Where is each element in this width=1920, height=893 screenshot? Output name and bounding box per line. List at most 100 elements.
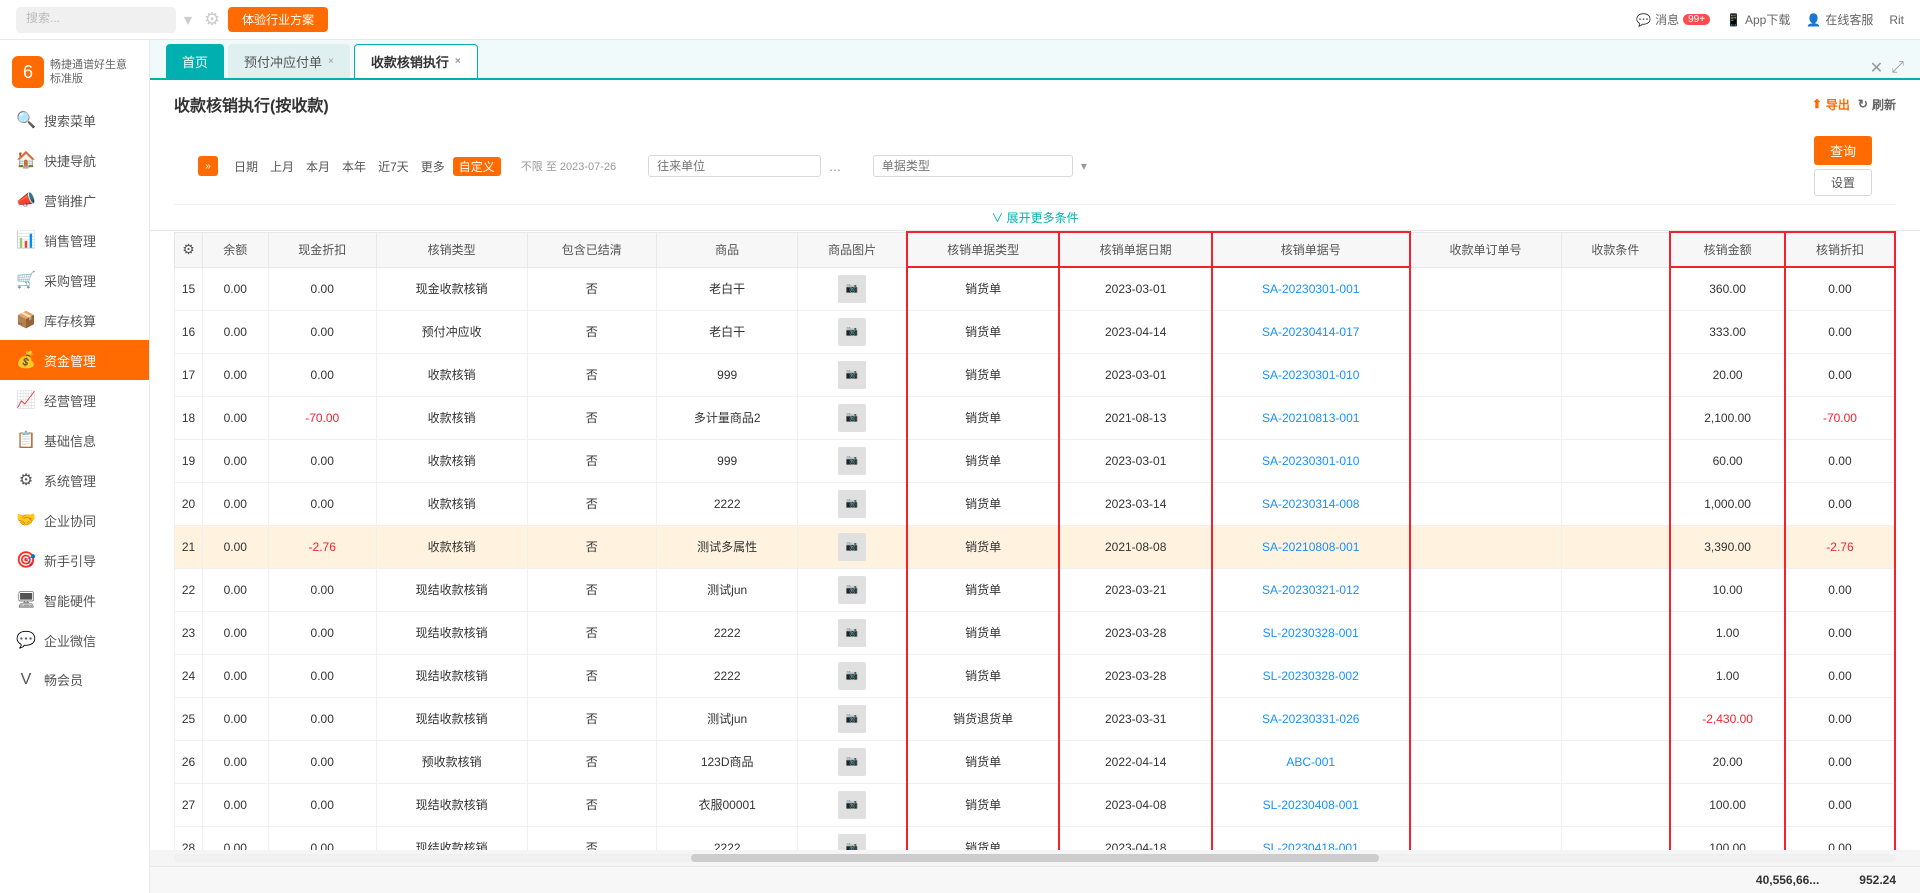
verify-bill-link[interactable]: SA-20230301-010 xyxy=(1262,454,1359,468)
sidebar-item-guide[interactable]: 🎯 新手引导 xyxy=(0,540,149,580)
cell-verify-bill-no[interactable]: SL-20230328-001 xyxy=(1212,611,1410,654)
cell-verify-bill-no[interactable]: SL-20230328-002 xyxy=(1212,654,1410,697)
settings-icon[interactable]: ⚙ xyxy=(204,9,220,30)
query-btn[interactable]: 查询 xyxy=(1814,136,1872,165)
top-search-input[interactable]: 搜索... xyxy=(16,7,176,33)
counterpart-dots[interactable]: ... xyxy=(829,158,841,174)
app-download[interactable]: 📱 App下载 xyxy=(1726,11,1790,28)
cell-verify-bill-no[interactable]: SA-20230414-017 xyxy=(1212,310,1410,353)
cell-verify-discount: 0.00 xyxy=(1785,267,1895,310)
cell-verify-bill-no[interactable]: ABC-001 xyxy=(1212,740,1410,783)
sales-icon: 📊 xyxy=(16,230,36,250)
refresh-btn[interactable]: ↻ 刷新 xyxy=(1858,96,1896,113)
expand-more-btn[interactable]: ∨ 展开更多条件 xyxy=(174,209,1896,226)
page-actions: ⬆ 导出 ↻ 刷新 xyxy=(1812,96,1896,113)
cell-verify-bill-no[interactable]: SA-20230301-010 xyxy=(1212,439,1410,482)
verify-bill-link[interactable]: SL-20230328-002 xyxy=(1263,669,1359,683)
cell-id: 15 xyxy=(175,267,203,310)
online-service[interactable]: 👤 在线客服 xyxy=(1806,11,1873,28)
order-type-input[interactable] xyxy=(873,155,1073,177)
cell-verify-bill-date: 2023-04-18 xyxy=(1059,826,1212,850)
tab-prepay[interactable]: 预付冲应付单 × xyxy=(228,44,350,78)
close-window-icon[interactable]: ✕ xyxy=(1870,58,1883,78)
settings-col-icon[interactable]: ⚙ xyxy=(182,241,195,257)
refresh-icon: ↻ xyxy=(1858,97,1868,111)
maximize-icon[interactable]: ⤢ xyxy=(1891,59,1904,77)
cell-verify-bill-type: 销货单 xyxy=(907,783,1060,826)
cell-included-cleared: 否 xyxy=(527,826,656,850)
counterpart-input[interactable] xyxy=(648,155,821,177)
msg-area[interactable]: 💬 消息 99+ xyxy=(1636,11,1710,28)
sidebar-item-nav[interactable]: 🏠 快捷导航 xyxy=(0,140,149,180)
verify-bill-link[interactable]: SA-20230331-026 xyxy=(1262,712,1359,726)
verify-bill-link[interactable]: SL-20230328-001 xyxy=(1263,626,1359,640)
date-custom-btn[interactable]: 自定义 xyxy=(453,157,501,176)
cell-verify-bill-no[interactable]: SL-20230408-001 xyxy=(1212,783,1410,826)
cell-verify-bill-no[interactable]: SA-20210813-001 xyxy=(1212,396,1410,439)
dropdown-icon[interactable]: ▾ xyxy=(184,10,192,30)
th-goods: 商品 xyxy=(657,232,798,267)
date-more-btn[interactable]: 更多 xyxy=(417,157,449,176)
cell-included-cleared: 否 xyxy=(527,353,656,396)
export-btn[interactable]: ⬆ 导出 xyxy=(1812,96,1850,113)
order-type-dropdown-icon[interactable]: ▾ xyxy=(1081,159,1087,173)
verify-bill-link[interactable]: ABC-001 xyxy=(1286,755,1335,769)
settings-btn[interactable]: 设置 xyxy=(1814,169,1872,196)
cell-cash-discount: 0.00 xyxy=(268,482,376,525)
date-last-month-btn[interactable]: 上月 xyxy=(266,157,298,176)
tab-verify-close[interactable]: × xyxy=(455,56,461,67)
verify-bill-link[interactable]: SA-20210813-001 xyxy=(1262,411,1359,425)
cell-cash-discount: 0.00 xyxy=(268,697,376,740)
cell-verify-bill-no[interactable]: SA-20210808-001 xyxy=(1212,525,1410,568)
verify-bill-link[interactable]: SA-20210808-001 xyxy=(1262,540,1359,554)
table-container[interactable]: ⚙ 余额 现金折扣 核销类型 包含已结清 商品 商品图片 核销单据类型 核销单据… xyxy=(150,231,1920,850)
table-row: 27 0.00 0.00 现结收款核销 否 衣服00001 📷 销货单 2023… xyxy=(175,783,1896,826)
cell-included-cleared: 否 xyxy=(527,439,656,482)
verify-bill-link[interactable]: SA-20230314-008 xyxy=(1262,497,1359,511)
sidebar-logo: 6 畅捷通谱好生意标准版 xyxy=(0,48,149,100)
sidebar-item-system[interactable]: ⚙ 系统管理 xyxy=(0,460,149,500)
verify-bill-link[interactable]: SA-20230301-001 xyxy=(1262,282,1359,296)
verify-bill-link[interactable]: SA-20230321-012 xyxy=(1262,583,1359,597)
cell-balance: 0.00 xyxy=(203,439,269,482)
cell-verify-bill-no[interactable]: SA-20230331-026 xyxy=(1212,697,1410,740)
sidebar-item-sales[interactable]: 📊 销售管理 xyxy=(0,220,149,260)
date-7days-btn[interactable]: 近7天 xyxy=(374,157,413,176)
cell-receipt-order-no xyxy=(1410,396,1562,439)
sidebar-item-hardware[interactable]: 🖥 智能硬件 xyxy=(0,580,149,620)
filter-expand-btn[interactable]: » xyxy=(198,156,218,176)
cell-verify-bill-no[interactable]: SA-20230301-010 xyxy=(1212,353,1410,396)
verify-bill-link[interactable]: SA-20230414-017 xyxy=(1262,325,1359,339)
tab-verify[interactable]: 收款核销执行 × xyxy=(354,44,478,78)
cell-verify-type: 现结收款核销 xyxy=(376,826,527,850)
date-note-area: 不限 至 2023-07-26 xyxy=(521,158,616,174)
scrollbar-thumb[interactable] xyxy=(691,854,1380,862)
sidebar-item-weixin[interactable]: 💬 企业微信 xyxy=(0,620,149,660)
sidebar-item-member[interactable]: V 畅会员 xyxy=(0,660,149,699)
cell-verify-bill-no[interactable]: SA-20230321-012 xyxy=(1212,568,1410,611)
verify-bill-link[interactable]: SL-20230418-001 xyxy=(1263,841,1359,851)
sidebar-item-marketing[interactable]: 📣 营销推广 xyxy=(0,180,149,220)
tab-prepay-close[interactable]: × xyxy=(328,56,334,67)
scrollbar[interactable] xyxy=(174,854,1896,862)
sidebar-item-inventory[interactable]: 📦 库存核算 xyxy=(0,300,149,340)
cell-verify-bill-no[interactable]: SL-20230418-001 xyxy=(1212,826,1410,850)
user-name[interactable]: Rit xyxy=(1889,13,1904,27)
sidebar-item-operations[interactable]: 📈 经营管理 xyxy=(0,380,149,420)
industry-btn[interactable]: 体验行业方案 xyxy=(228,7,328,32)
cell-verify-bill-type: 销货单 xyxy=(907,310,1060,353)
sidebar-item-search[interactable]: 🔍 搜索菜单 xyxy=(0,100,149,140)
verify-bill-link[interactable]: SA-20230301-010 xyxy=(1262,368,1359,382)
cell-verify-bill-no[interactable]: SA-20230314-008 xyxy=(1212,482,1410,525)
date-this-month-btn[interactable]: 本月 xyxy=(302,157,334,176)
verify-bill-link[interactable]: SL-20230408-001 xyxy=(1263,798,1359,812)
sidebar-item-basics[interactable]: 📋 基础信息 xyxy=(0,420,149,460)
cell-verify-type: 收款核销 xyxy=(376,525,527,568)
date-this-year-btn[interactable]: 本年 xyxy=(338,157,370,176)
sidebar-item-collab[interactable]: 🤝 企业协同 xyxy=(0,500,149,540)
sidebar-item-purchase[interactable]: 🛒 采购管理 xyxy=(0,260,149,300)
sidebar-item-finance[interactable]: 💰 资金管理 xyxy=(0,340,149,380)
th-settings[interactable]: ⚙ xyxy=(175,232,203,267)
cell-verify-bill-no[interactable]: SA-20230301-001 xyxy=(1212,267,1410,310)
tab-home[interactable]: 首页 xyxy=(166,44,224,78)
